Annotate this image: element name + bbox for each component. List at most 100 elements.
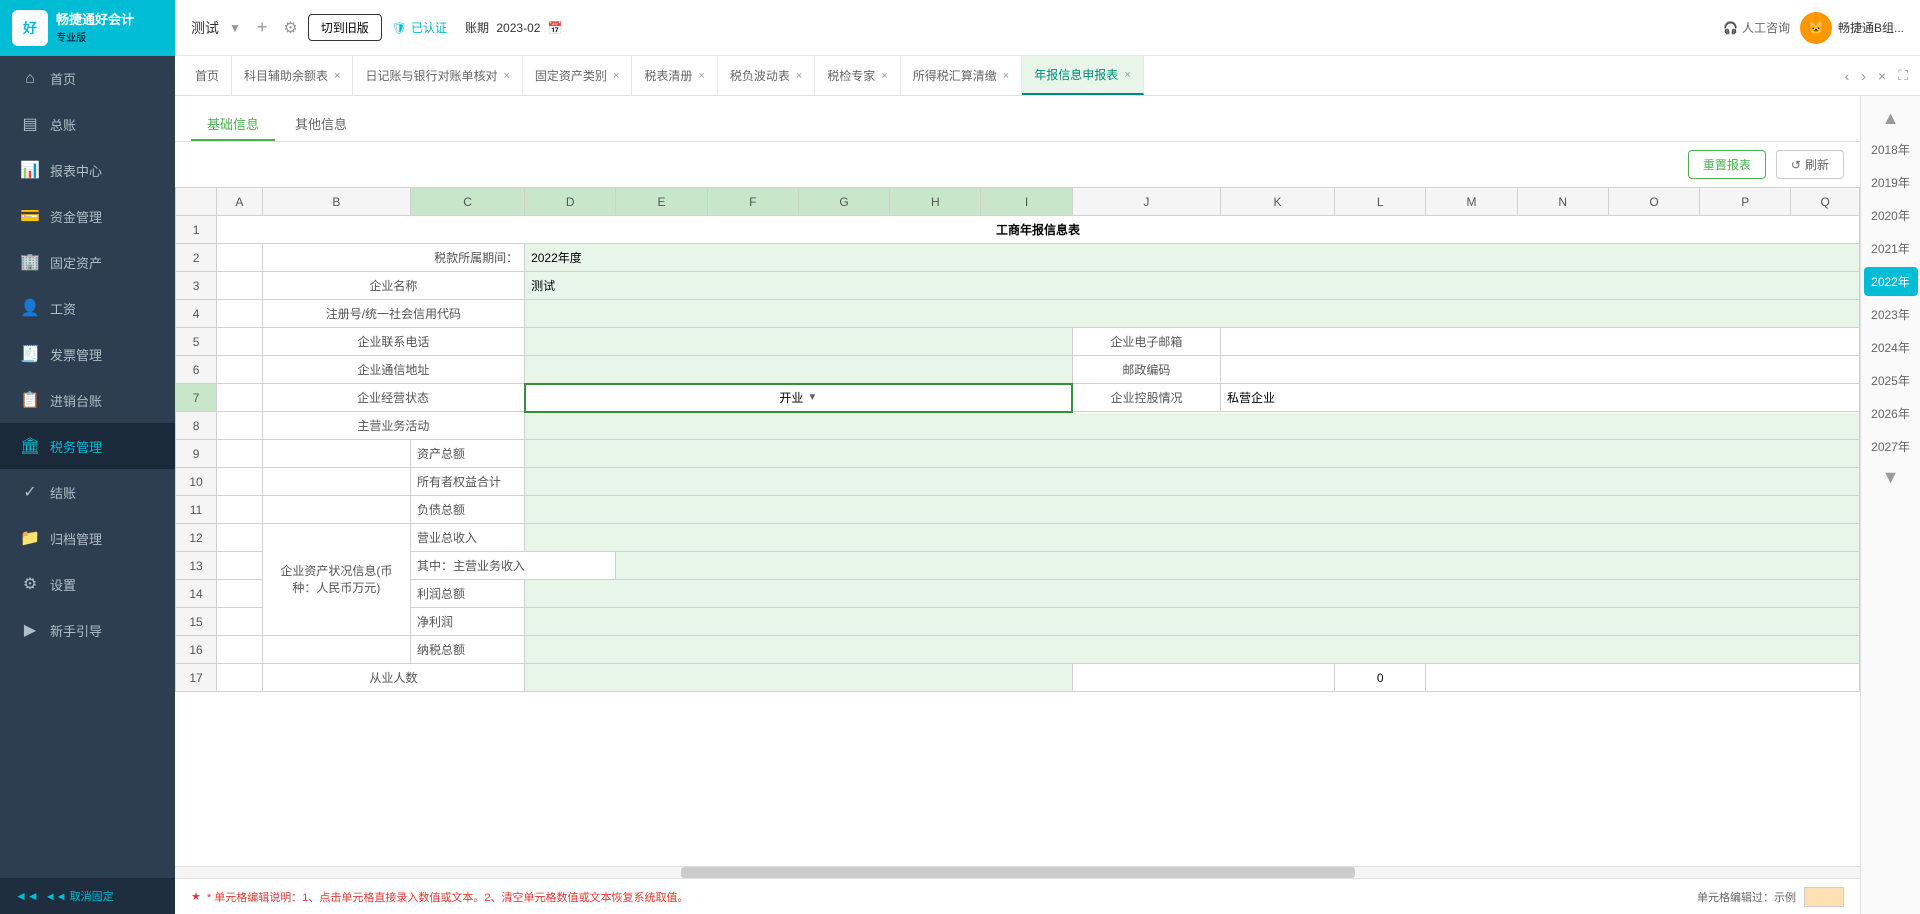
tab-aux-balance[interactable]: 科目辅助余额表 × — [232, 56, 353, 95]
cell-8a[interactable] — [217, 412, 263, 440]
cell-5a[interactable] — [217, 328, 263, 356]
col-header-a[interactable]: A — [217, 188, 263, 216]
cell-11a[interactable] — [217, 496, 263, 524]
cell-13d[interactable] — [616, 552, 1860, 580]
col-header-p[interactable]: P — [1700, 188, 1791, 216]
cell-10d[interactable] — [525, 468, 1860, 496]
col-header-b[interactable]: B — [262, 188, 410, 216]
year-scroll-up-btn[interactable]: ▲ — [1878, 104, 1904, 133]
cell-2a[interactable] — [217, 244, 263, 272]
user-menu[interactable]: 🐱 畅捷通B组... — [1800, 12, 1904, 44]
year-2019-btn[interactable]: 2019年 — [1864, 168, 1918, 197]
sidebar-item-tax[interactable]: 🏛 税务管理 — [0, 423, 175, 469]
cell-9b[interactable] — [262, 440, 410, 468]
spreadsheet-table-container[interactable]: A B C D E F G H I J K L M — [175, 187, 1860, 866]
cell-14d[interactable] — [525, 580, 1860, 608]
cell-11b[interactable] — [262, 496, 410, 524]
close-bank-reconcile-btn[interactable]: × — [503, 70, 509, 82]
col-header-n[interactable]: N — [1517, 188, 1608, 216]
cell-4c[interactable] — [525, 300, 1860, 328]
cell-7k[interactable]: 私营企业 — [1220, 384, 1859, 412]
topbar-add-btn[interactable]: + — [251, 15, 274, 40]
year-2026-btn[interactable]: 2026年 — [1864, 399, 1918, 428]
sidebar-item-closing[interactable]: ✓ 结账 — [0, 469, 175, 515]
year-2027-btn[interactable]: 2027年 — [1864, 432, 1918, 461]
cell-4a[interactable] — [217, 300, 263, 328]
cell-17a[interactable] — [217, 664, 263, 692]
cell-7a[interactable] — [217, 384, 263, 412]
year-2020-btn[interactable]: 2020年 — [1864, 201, 1918, 230]
col-header-f[interactable]: F — [707, 188, 798, 216]
cell-8c[interactable] — [525, 412, 1860, 440]
cell-6a[interactable] — [217, 356, 263, 384]
cell-10a[interactable] — [217, 468, 263, 496]
col-header-c[interactable]: C — [411, 188, 525, 216]
cell-9a[interactable] — [217, 440, 263, 468]
close-tax-inspection-btn[interactable]: × — [881, 70, 887, 82]
cell-title[interactable]: 工商年报信息表 — [217, 216, 1860, 244]
topbar-chevron-icon[interactable]: ▼ — [229, 21, 241, 35]
close-income-tax-btn[interactable]: × — [1003, 70, 1009, 82]
year-2021-btn[interactable]: 2021年 — [1864, 234, 1918, 263]
cell-6k[interactable] — [1220, 356, 1859, 384]
sidebar-item-ledger[interactable]: ▤ 总账 — [0, 101, 175, 147]
year-scroll-down-btn[interactable]: ▼ — [1878, 463, 1904, 492]
sidebar-item-payroll[interactable]: 👤 工资 — [0, 285, 175, 331]
year-2025-btn[interactable]: 2025年 — [1864, 366, 1918, 395]
tab-fixed-asset-type[interactable]: 固定资产类别 × — [523, 56, 632, 95]
cell-12a[interactable] — [217, 524, 263, 552]
col-header-l[interactable]: L — [1335, 188, 1426, 216]
close-annual-report-btn[interactable]: × — [1124, 69, 1130, 81]
tab-expand-btn[interactable]: ⛶ — [1894, 63, 1912, 88]
tab-tax-inspection[interactable]: 税检专家 × — [815, 56, 900, 95]
col-header-h[interactable]: H — [890, 188, 981, 216]
close-tax-fluctuation-btn[interactable]: × — [796, 70, 802, 82]
close-aux-balance-btn[interactable]: × — [334, 70, 340, 82]
switch-version-btn[interactable]: 切到旧版 — [308, 14, 382, 41]
cell-16a[interactable] — [217, 636, 263, 664]
cell-3a[interactable] — [217, 272, 263, 300]
cell-11d[interactable] — [525, 496, 1860, 524]
sidebar-item-report[interactable]: 📊 报表中心 — [0, 147, 175, 193]
cell-17k[interactable]: 0 — [1335, 664, 1426, 692]
cell-17c[interactable] — [525, 664, 1073, 692]
col-header-i[interactable]: I — [981, 188, 1072, 216]
refresh-btn[interactable]: ↺ 刷新 — [1776, 150, 1844, 179]
sidebar-item-purchase[interactable]: 📋 进销台账 — [0, 377, 175, 423]
year-2024-btn[interactable]: 2024年 — [1864, 333, 1918, 362]
reset-report-btn[interactable]: 重置报表 — [1688, 150, 1766, 179]
cell-2c[interactable]: 2022年度 — [525, 244, 1860, 272]
sub-tab-other[interactable]: 其他信息 — [279, 108, 363, 141]
cell-15d[interactable] — [525, 608, 1860, 636]
year-2023-btn[interactable]: 2023年 — [1864, 300, 1918, 329]
sidebar-item-invoice[interactable]: 🧾 发票管理 — [0, 331, 175, 377]
year-2018-btn[interactable]: 2018年 — [1864, 135, 1918, 164]
close-fixed-asset-btn[interactable]: × — [613, 70, 619, 82]
sidebar-item-archive[interactable]: 📁 归档管理 — [0, 515, 175, 561]
cell-6c[interactable] — [525, 356, 1073, 384]
cell-16d[interactable] — [525, 636, 1860, 664]
cell-10b[interactable] — [262, 468, 410, 496]
col-header-g[interactable]: G — [798, 188, 889, 216]
cell-16b[interactable] — [262, 636, 410, 664]
tab-next-btn[interactable]: › — [1857, 64, 1870, 88]
cell-17l[interactable] — [1426, 664, 1860, 692]
col-header-m[interactable]: M — [1426, 188, 1517, 216]
sidebar-item-finance[interactable]: 💳 资金管理 — [0, 193, 175, 239]
col-header-e[interactable]: E — [616, 188, 707, 216]
close-tax-form-btn[interactable]: × — [698, 70, 704, 82]
cell-14a[interactable] — [217, 580, 263, 608]
sub-tab-basic[interactable]: 基础信息 — [191, 108, 275, 141]
cell-3c[interactable]: 测试 — [525, 272, 1860, 300]
cell-13a[interactable] — [217, 552, 263, 580]
tab-income-tax[interactable]: 所得税汇算清缴 × — [901, 56, 1022, 95]
sidebar-item-guide[interactable]: ▶ 新手引导 — [0, 607, 175, 653]
col-header-q[interactable]: Q — [1791, 188, 1860, 216]
cell-12d[interactable] — [525, 524, 1860, 552]
hscroll-thumb[interactable] — [681, 867, 1355, 878]
sidebar-item-settings[interactable]: ⚙ 设置 — [0, 561, 175, 607]
tab-home[interactable]: 首页 — [183, 56, 232, 95]
sidebar-item-assets[interactable]: 🏢 固定资产 — [0, 239, 175, 285]
cell-17j[interactable] — [1072, 664, 1334, 692]
sidebar-item-home[interactable]: ⌂ 首页 — [0, 56, 175, 101]
